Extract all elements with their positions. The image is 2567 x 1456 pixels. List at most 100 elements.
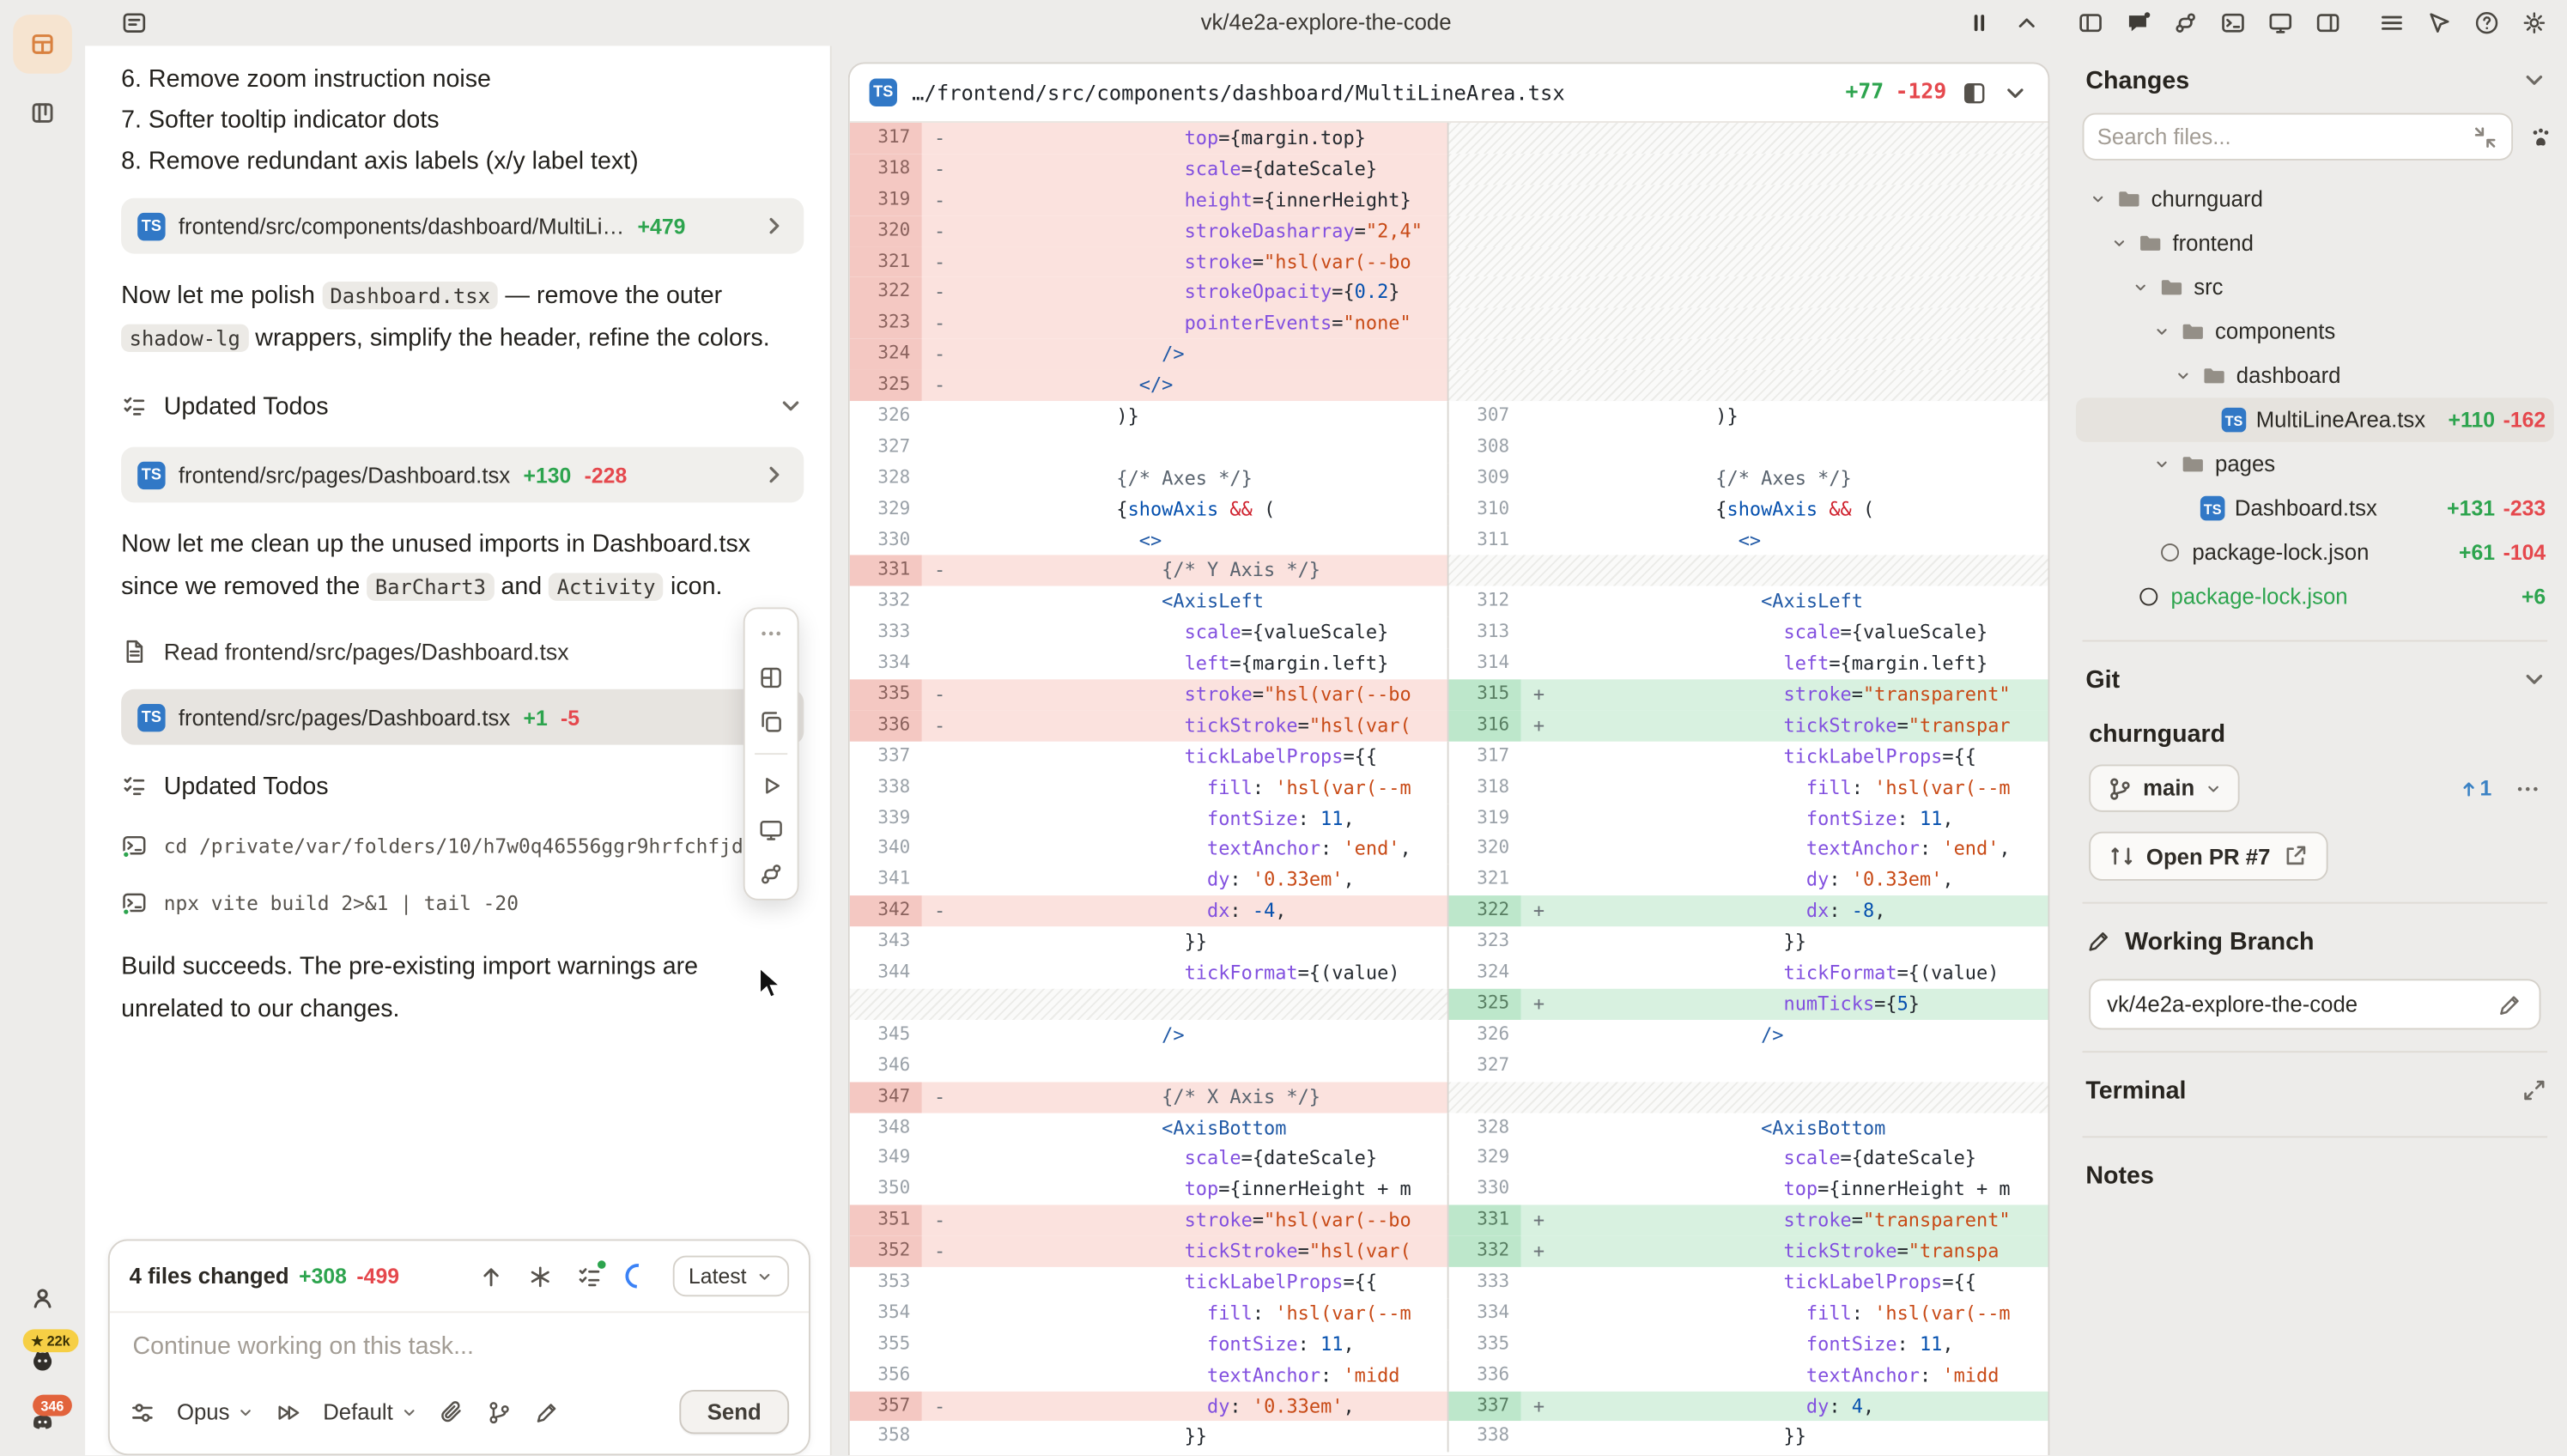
diff-row: 321- stroke="hsl(var(--bo [850,246,2048,277]
pause-icon[interactable] [1966,9,1993,36]
diff-row: 330 <>311 <> [850,525,2048,555]
account-button[interactable] [29,1285,56,1312]
monitor-icon[interactable] [758,817,785,844]
asterisk-icon[interactable] [526,1263,553,1289]
paw-icon[interactable] [2528,124,2554,150]
copy-icon[interactable] [758,709,785,736]
search-box[interactable] [2083,113,2514,161]
file-chip-name: frontend/src/pages/Dashboard.tsx [179,705,510,730]
repo-name: churnguard [2076,720,2554,748]
document-icon [121,639,148,665]
left-panel-icon[interactable] [2078,9,2104,36]
app-logo-active[interactable] [13,15,72,74]
terminal-command-row[interactable]: npx vite build 2>&1 | tail -20 [121,883,804,925]
todos-status-button[interactable] [575,1263,602,1289]
split-view-icon[interactable] [1961,79,1987,106]
notes-section-header[interactable]: Notes [2076,1151,2554,1200]
diff-row: 339 fontSize: 11,319 fontSize: 11, [850,804,2048,834]
edit-icon[interactable] [2497,992,2523,1018]
tree-folder-dashboard[interactable]: dashboard [2076,354,2554,397]
send-button[interactable]: Send [679,1390,789,1434]
chevron-down-icon[interactable] [2002,79,2029,106]
updated-todos-row[interactable]: Updated Todos [121,381,804,430]
terminal-command-row[interactable]: cd /private/var/folders/10/h7w0q46556ggr… [121,825,804,868]
tree-folder-src[interactable]: src [2076,265,2554,309]
tree-file-multilinearea-tsx[interactable]: TSMultiLineArea.tsx+110-162 [2076,397,2554,441]
diff-cell-del: 319- height={innerHeight} [850,185,1449,215]
monitor-icon[interactable] [2267,9,2294,36]
message-text: icon. [664,573,722,600]
model-dropdown[interactable]: Opus [177,1399,254,1424]
diff-cell-empty [1449,185,2048,215]
paperclip-icon[interactable] [439,1398,465,1425]
chat-bubble-icon[interactable] [2125,9,2151,36]
collapse-up-icon[interactable] [2013,9,2040,36]
gear-icon[interactable] [2521,9,2548,36]
search-input[interactable] [2097,124,2462,149]
branch-icon [2107,775,2133,802]
titlebar: vk/4e2a-explore-the-code [85,0,2567,46]
drag-dots-icon[interactable] [758,621,785,647]
file-change-chip[interactable]: TS frontend/src/components/dashboard/Mul… [121,198,804,254]
more-options-icon[interactable] [2515,775,2541,802]
boards-nav-button[interactable] [29,100,56,126]
tree-file-dashboard-tsx[interactable]: TSDashboard.tsx+131-233 [2076,486,2554,530]
github-link[interactable]: ★22k [29,1347,56,1374]
pen-icon[interactable] [534,1398,561,1425]
added-count: +130 [523,463,571,488]
read-file-row[interactable]: Read frontend/src/pages/Dashboard.tsx [121,630,804,673]
git-compare-icon[interactable] [2172,9,2199,36]
arrow-up-icon[interactable] [477,1263,504,1289]
terminal-section-header[interactable]: Terminal [2076,1065,2554,1114]
run-icon[interactable] [758,773,785,799]
diff-row: 332 <AxisLeft312 <AxisLeft [850,586,2048,617]
git-compare-icon[interactable] [758,861,785,888]
right-panel-icon[interactable] [2315,9,2341,36]
tree-folder-pages[interactable]: pages [2076,442,2554,486]
diff-row: 352- tickStroke="hsl(var(332+ tickStroke… [850,1236,2048,1267]
chevron-down-icon [238,1404,254,1420]
arrow-up-icon [2459,779,2479,798]
updated-todos-row[interactable]: Updated Todos [121,761,804,810]
file-change-chip-selected[interactable]: TS frontend/src/pages/Dashboard.tsx +1 -… [121,689,804,745]
latest-dropdown[interactable]: Latest [672,1256,789,1297]
branch-name: main [2143,776,2194,801]
diff-table[interactable]: 317- top={margin.top}318- scale={dateSca… [850,123,2048,1455]
git-title: Git [2085,665,2120,693]
diff-cell-del: 324- /> [850,339,1449,370]
discord-link[interactable]: 346 [29,1410,56,1436]
tree-folder-frontend[interactable]: frontend [2076,221,2554,264]
working-branch-box[interactable]: vk/4e2a-explore-the-code [2089,979,2540,1029]
diff-row: 319- height={innerHeight} [850,185,2048,215]
diff-cell-add: 315+ stroke="transparent" [1449,679,2048,710]
terminal-icon[interactable] [2220,9,2247,36]
discord-count-badge: 346 [33,1395,72,1417]
open-pr-button[interactable]: Open PR #7 [2089,832,2327,881]
menu-icon[interactable] [2379,9,2406,36]
fast-forward-icon[interactable] [276,1398,302,1425]
tree-file-package-lock-json[interactable]: package-lock.json+6 [2076,574,2554,618]
message-input[interactable] [110,1313,809,1376]
tree-folder-components[interactable]: components [2076,309,2554,353]
sliders-icon[interactable] [130,1398,156,1425]
tree-file-package-lock-json[interactable]: package-lock.json+61-104 [2076,531,2554,574]
diff-view-icon[interactable] [758,664,785,691]
diff-row: 320- strokeDasharray="2,4" [850,215,2048,246]
expand-icon[interactable] [2521,1077,2548,1104]
composer-status-icons: Latest [477,1256,789,1297]
git-section-header[interactable]: Git [2076,655,2554,704]
collapse-tree-icon[interactable] [2472,124,2498,150]
tree-folder-churnguard[interactable]: churnguard [2076,177,2554,221]
mode-dropdown[interactable]: Default [323,1399,417,1424]
assistant-message: Now let me clean up the unused imports i… [121,524,804,609]
branch-selector[interactable]: main [2089,765,2239,812]
updated-todos-label: Updated Todos [164,392,329,420]
changes-section-header[interactable]: Changes [2076,56,2554,105]
ahead-indicator[interactable]: 1 [2459,776,2492,801]
branch-icon[interactable] [486,1398,513,1425]
file-change-chip[interactable]: TS frontend/src/pages/Dashboard.tsx +130… [121,447,804,503]
help-icon[interactable] [2473,9,2500,36]
diff-cell-ctx: 311 <> [1449,525,2048,555]
chat-scroll-area[interactable]: 6. Remove zoom instruction noise 7. Soft… [85,46,830,1229]
share-cursor-icon[interactable] [2426,9,2453,36]
